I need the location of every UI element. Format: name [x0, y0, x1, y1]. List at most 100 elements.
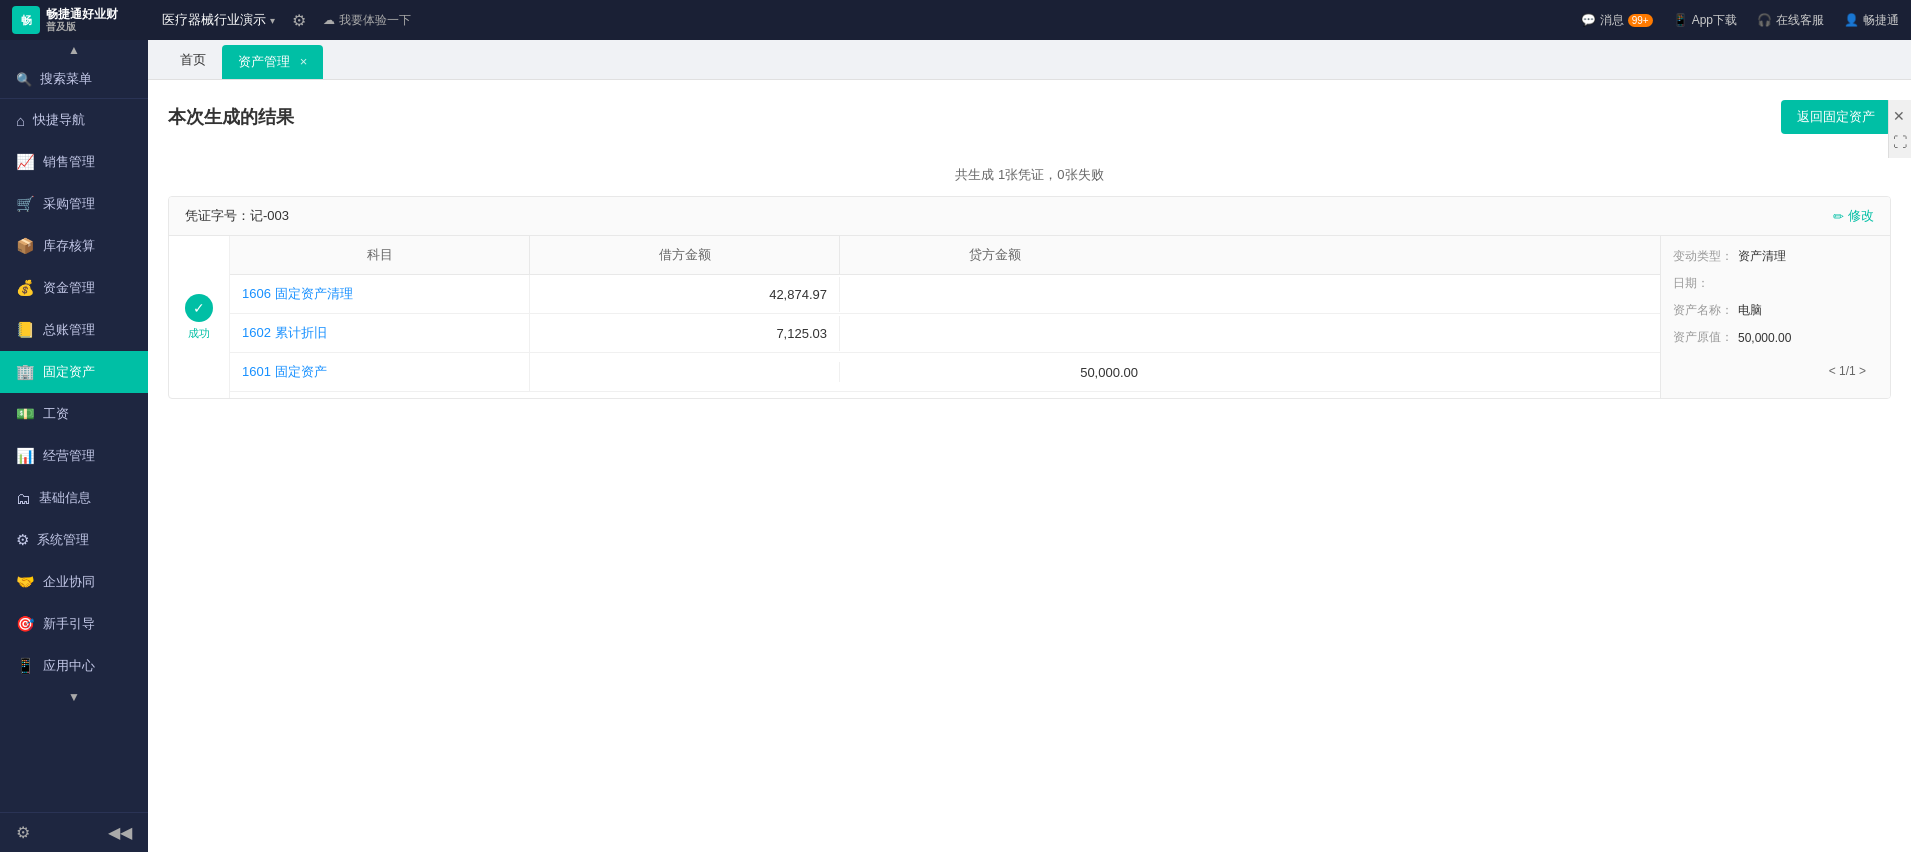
edit-button[interactable]: ✏ 修改: [1833, 207, 1874, 225]
online-service-label: 在线客服: [1776, 12, 1824, 29]
chevron-down-icon: ▾: [270, 15, 275, 26]
td-debit-3: [530, 362, 840, 382]
back-to-fixed-asset-button[interactable]: 返回固定资产: [1781, 100, 1891, 134]
th-debit: 借方金额: [530, 236, 840, 274]
resize-window-icon[interactable]: ⛶: [1893, 134, 1907, 150]
sidebar-item-app-center[interactable]: 📱 应用中心: [0, 645, 148, 687]
close-window-icon[interactable]: ✕: [1893, 108, 1907, 124]
app-download-button[interactable]: 📱 App下载: [1673, 12, 1737, 29]
sidebar-label-app-center: 应用中心: [43, 657, 95, 675]
settings-icon[interactable]: ⚙: [285, 6, 313, 34]
success-indicator: ✓ 成功: [169, 236, 230, 398]
sidebar-label-quick-nav: 快捷导航: [33, 111, 85, 129]
topbar-center: 医疗器械行业演示 ▾ ⚙ ☁ 我要体验一下: [152, 6, 1581, 34]
sales-icon: 📈: [16, 153, 35, 171]
trial-label: 我要体验一下: [339, 12, 411, 29]
company-selector[interactable]: 医疗器械行业演示 ▾: [162, 11, 275, 29]
online-service-button[interactable]: 🎧 在线客服: [1757, 12, 1824, 29]
logo-name: 畅捷通好业财: [46, 7, 118, 21]
tab-bar: 首页 资产管理 ×: [148, 40, 1911, 80]
th-credit: 贷方金额: [840, 236, 1150, 274]
ops-icon: 📊: [16, 447, 35, 465]
sidebar-collapse-icon[interactable]: ◀◀: [108, 823, 132, 842]
table-row: 1601 固定资产 50,000.00: [230, 353, 1660, 392]
sidebar-label-salary: 工资: [43, 405, 69, 423]
tab-close-icon[interactable]: ×: [300, 54, 308, 69]
logo-text: 畅捷通好业财 普及版: [46, 7, 118, 33]
inventory-icon: 📦: [16, 237, 35, 255]
asset-value-label: 资产原值：: [1673, 329, 1738, 346]
pagination[interactable]: < 1/1 >: [1673, 356, 1878, 386]
search-label: 搜索菜单: [40, 70, 92, 88]
sidebar-scroll-up[interactable]: ▲: [0, 40, 148, 60]
sidebar-label-enterprise: 企业协同: [43, 573, 95, 591]
page-title: 本次生成的结果: [168, 105, 294, 129]
user-icon: 👤: [1844, 13, 1859, 27]
voucher-id: 凭证字号：记-003: [185, 207, 289, 225]
table-row: 1602 累计折旧 7,125.03: [230, 314, 1660, 353]
sidebar-scroll-down[interactable]: ▼: [0, 687, 148, 707]
sidebar-item-finance[interactable]: 💰 资金管理: [0, 267, 148, 309]
td-credit-2: [840, 323, 1150, 343]
sidebar: ▲ 🔍 搜索菜单 ⌂ 快捷导航 📈 销售管理 🛒 采购管理 📦 库存核算 💰 资…: [0, 40, 148, 852]
fixed-asset-icon: 🏢: [16, 363, 35, 381]
sidebar-item-ops[interactable]: 📊 经营管理: [0, 435, 148, 477]
success-label: 成功: [188, 326, 210, 341]
app-center-icon: 📱: [16, 657, 35, 675]
sidebar-item-fixed-asset[interactable]: 🏢 固定资产: [0, 351, 148, 393]
sidebar-item-ledger[interactable]: 📒 总账管理: [0, 309, 148, 351]
edit-label: 修改: [1848, 207, 1874, 225]
sidebar-item-system[interactable]: ⚙ 系统管理: [0, 519, 148, 561]
sidebar-item-purchase[interactable]: 🛒 采购管理: [0, 183, 148, 225]
sidebar-item-basic-info[interactable]: 🗂 基础信息: [0, 477, 148, 519]
sidebar-label-basic-info: 基础信息: [39, 489, 91, 507]
change-type-label: 变动类型：: [1673, 248, 1738, 265]
sidebar-item-enterprise[interactable]: 🤝 企业协同: [0, 561, 148, 603]
tab-home[interactable]: 首页: [164, 43, 222, 79]
table-row: 1606 固定资产清理 42,874.97: [230, 275, 1660, 314]
sidebar-item-salary[interactable]: 💵 工资: [0, 393, 148, 435]
user-profile[interactable]: 👤 畅捷通: [1844, 12, 1899, 29]
sidebar-item-quick-nav[interactable]: ⌂ 快捷导航: [0, 99, 148, 141]
voucher-table: 科目 借方金额 贷方金额 1606 固定资产清理 42,874.97: [230, 236, 1660, 398]
td-credit-1: [840, 284, 1150, 304]
info-row-asset-value: 资产原值： 50,000.00: [1673, 329, 1878, 346]
info-row-change-type: 变动类型： 资产清理: [1673, 248, 1878, 265]
home-icon: ⌂: [16, 112, 25, 129]
window-controls: ✕ ⛶: [1888, 100, 1911, 158]
finance-icon: 💰: [16, 279, 35, 297]
td-debit-2: 7,125.03: [530, 316, 840, 351]
message-badge: 99+: [1628, 14, 1653, 27]
sidebar-label-purchase: 采购管理: [43, 195, 95, 213]
asset-value-value: 50,000.00: [1738, 331, 1791, 345]
company-name: 医疗器械行业演示: [162, 11, 266, 29]
sidebar-item-guide[interactable]: 🎯 新手引导: [0, 603, 148, 645]
sidebar-label-inventory: 库存核算: [43, 237, 95, 255]
sidebar-settings-icon[interactable]: ⚙: [16, 823, 30, 842]
trial-button[interactable]: ☁ 我要体验一下: [323, 12, 411, 29]
topbar: 畅 畅捷通好业财 普及版 医疗器械行业演示 ▾ ⚙ ☁ 我要体验一下 💬 消息 …: [0, 0, 1911, 40]
tab-asset-mgmt-label: 资产管理: [238, 54, 290, 69]
search-icon: 🔍: [16, 72, 32, 87]
info-row-asset-name: 资产名称： 电脑: [1673, 302, 1878, 319]
sidebar-search[interactable]: 🔍 搜索菜单: [0, 60, 148, 99]
message-icon: 💬: [1581, 13, 1596, 27]
logo-icon: 畅: [12, 6, 40, 34]
page-header: 本次生成的结果 返回固定资产: [168, 100, 1891, 134]
td-subject-2: 1602 累计折旧: [230, 314, 530, 352]
sidebar-label-finance: 资金管理: [43, 279, 95, 297]
system-icon: ⚙: [16, 531, 29, 549]
cloud-icon: ☁: [323, 13, 335, 27]
asset-name-label: 资产名称：: [1673, 302, 1738, 319]
basic-info-icon: 🗂: [16, 490, 31, 507]
sidebar-item-sales[interactable]: 📈 销售管理: [0, 141, 148, 183]
asset-name-value: 电脑: [1738, 302, 1762, 319]
app-logo: 畅 畅捷通好业财 普及版: [12, 6, 152, 34]
tab-asset-mgmt[interactable]: 资产管理 ×: [222, 45, 323, 79]
ledger-icon: 📒: [16, 321, 35, 339]
tab-home-label: 首页: [180, 52, 206, 67]
sidebar-item-inventory[interactable]: 📦 库存核算: [0, 225, 148, 267]
message-button[interactable]: 💬 消息 99+: [1581, 12, 1653, 29]
td-subject-3: 1601 固定资产: [230, 353, 530, 391]
voucher-header: 凭证字号：记-003 ✏ 修改: [169, 197, 1890, 236]
